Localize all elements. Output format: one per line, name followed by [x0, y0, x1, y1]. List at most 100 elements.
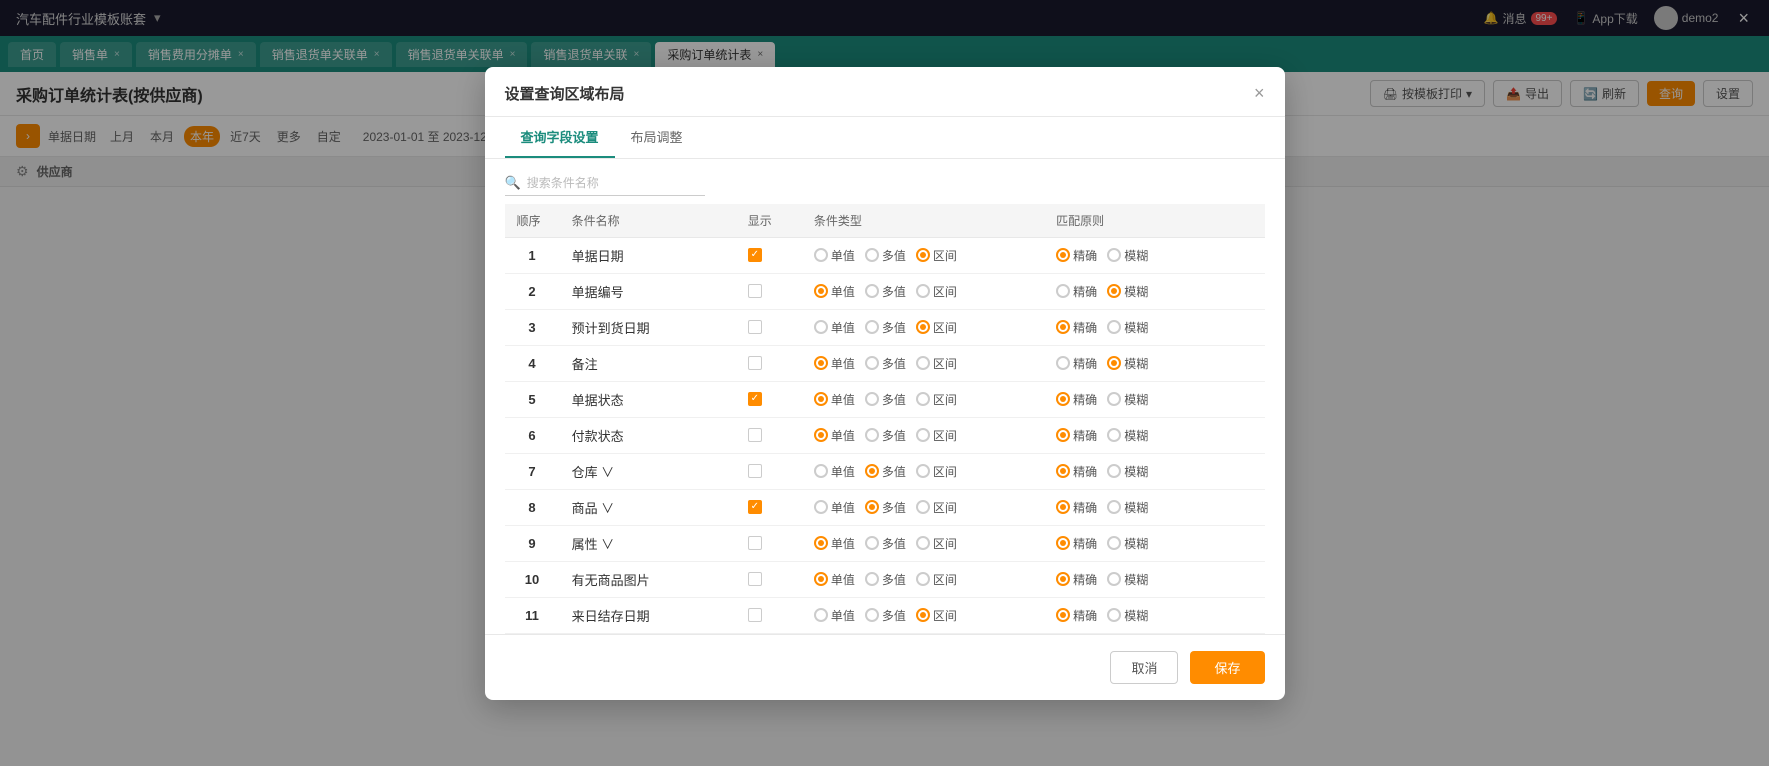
- display-checkbox[interactable]: [748, 248, 762, 262]
- radio-type-区间[interactable]: 区间: [916, 283, 957, 300]
- radio-circle[interactable]: [1107, 536, 1121, 550]
- radio-circle[interactable]: [814, 320, 828, 334]
- radio-match-模糊[interactable]: 模糊: [1107, 427, 1148, 444]
- radio-match-精确[interactable]: 精确: [1056, 247, 1097, 264]
- tab-layout[interactable]: 布局调整: [615, 117, 699, 158]
- radio-circle[interactable]: [1107, 608, 1121, 622]
- radio-circle[interactable]: [916, 392, 930, 406]
- radio-circle[interactable]: [1107, 464, 1121, 478]
- cancel-button[interactable]: 取消: [1110, 651, 1178, 684]
- display-checkbox[interactable]: [748, 464, 762, 478]
- radio-circle[interactable]: [865, 464, 879, 478]
- radio-match-模糊[interactable]: 模糊: [1107, 319, 1148, 336]
- radio-circle[interactable]: [865, 392, 879, 406]
- radio-match-模糊[interactable]: 模糊: [1107, 391, 1148, 408]
- radio-type-区间[interactable]: 区间: [916, 247, 957, 264]
- radio-circle[interactable]: [916, 464, 930, 478]
- radio-type-多值[interactable]: 多值: [865, 319, 906, 336]
- radio-circle[interactable]: [1056, 500, 1070, 514]
- radio-circle[interactable]: [1056, 320, 1070, 334]
- radio-type-单值[interactable]: 单值: [814, 319, 855, 336]
- radio-circle[interactable]: [814, 356, 828, 370]
- radio-type-单值[interactable]: 单值: [814, 607, 855, 624]
- radio-circle[interactable]: [814, 572, 828, 586]
- radio-circle[interactable]: [916, 284, 930, 298]
- radio-circle[interactable]: [916, 572, 930, 586]
- radio-circle[interactable]: [1056, 536, 1070, 550]
- radio-type-多值[interactable]: 多值: [865, 247, 906, 264]
- radio-match-精确[interactable]: 精确: [1056, 499, 1097, 516]
- radio-circle[interactable]: [916, 428, 930, 442]
- radio-circle[interactable]: [1056, 284, 1070, 298]
- cell-display[interactable]: [736, 453, 802, 489]
- radio-circle[interactable]: [814, 392, 828, 406]
- radio-match-模糊[interactable]: 模糊: [1107, 247, 1148, 264]
- radio-type-多值[interactable]: 多值: [865, 499, 906, 516]
- radio-circle[interactable]: [1056, 428, 1070, 442]
- display-checkbox[interactable]: [748, 428, 762, 442]
- radio-type-多值[interactable]: 多值: [865, 391, 906, 408]
- radio-circle[interactable]: [1056, 392, 1070, 406]
- radio-circle[interactable]: [865, 428, 879, 442]
- search-input[interactable]: [527, 176, 687, 190]
- radio-circle[interactable]: [1056, 356, 1070, 370]
- radio-type-单值[interactable]: 单值: [814, 355, 855, 372]
- radio-circle[interactable]: [865, 572, 879, 586]
- radio-circle[interactable]: [916, 500, 930, 514]
- radio-match-精确[interactable]: 精确: [1056, 283, 1097, 300]
- radio-match-模糊[interactable]: 模糊: [1107, 283, 1148, 300]
- radio-circle[interactable]: [1107, 356, 1121, 370]
- cell-display[interactable]: [736, 597, 802, 633]
- radio-type-区间[interactable]: 区间: [916, 535, 957, 552]
- radio-type-区间[interactable]: 区间: [916, 355, 957, 372]
- display-checkbox[interactable]: [748, 536, 762, 550]
- radio-type-多值[interactable]: 多值: [865, 283, 906, 300]
- radio-type-多值[interactable]: 多值: [865, 463, 906, 480]
- radio-circle[interactable]: [814, 464, 828, 478]
- display-checkbox[interactable]: [748, 572, 762, 586]
- radio-type-单值[interactable]: 单值: [814, 427, 855, 444]
- display-checkbox[interactable]: [748, 392, 762, 406]
- radio-type-单值[interactable]: 单值: [814, 283, 855, 300]
- cell-display[interactable]: [736, 417, 802, 453]
- radio-type-区间[interactable]: 区间: [916, 391, 957, 408]
- radio-circle[interactable]: [916, 608, 930, 622]
- radio-circle[interactable]: [1107, 392, 1121, 406]
- radio-match-精确[interactable]: 精确: [1056, 535, 1097, 552]
- radio-circle[interactable]: [1056, 572, 1070, 586]
- display-checkbox[interactable]: [748, 284, 762, 298]
- radio-circle[interactable]: [814, 428, 828, 442]
- radio-type-单值[interactable]: 单值: [814, 499, 855, 516]
- radio-type-单值[interactable]: 单值: [814, 571, 855, 588]
- cell-display[interactable]: [736, 345, 802, 381]
- radio-circle[interactable]: [1107, 320, 1121, 334]
- radio-circle[interactable]: [916, 320, 930, 334]
- radio-circle[interactable]: [1107, 248, 1121, 262]
- radio-match-精确[interactable]: 精确: [1056, 319, 1097, 336]
- radio-circle[interactable]: [916, 536, 930, 550]
- radio-match-精确[interactable]: 精确: [1056, 427, 1097, 444]
- radio-circle[interactable]: [1107, 284, 1121, 298]
- radio-match-模糊[interactable]: 模糊: [1107, 535, 1148, 552]
- radio-circle[interactable]: [916, 356, 930, 370]
- radio-type-区间[interactable]: 区间: [916, 499, 957, 516]
- radio-match-模糊[interactable]: 模糊: [1107, 463, 1148, 480]
- display-checkbox[interactable]: [748, 500, 762, 514]
- tab-query-fields[interactable]: 查询字段设置: [505, 117, 615, 158]
- radio-circle[interactable]: [1056, 248, 1070, 262]
- radio-circle[interactable]: [865, 500, 879, 514]
- radio-type-区间[interactable]: 区间: [916, 463, 957, 480]
- radio-type-区间[interactable]: 区间: [916, 319, 957, 336]
- radio-match-模糊[interactable]: 模糊: [1107, 607, 1148, 624]
- radio-match-模糊[interactable]: 模糊: [1107, 571, 1148, 588]
- radio-circle[interactable]: [865, 608, 879, 622]
- radio-match-精确[interactable]: 精确: [1056, 391, 1097, 408]
- display-checkbox[interactable]: [748, 320, 762, 334]
- radio-circle[interactable]: [1107, 428, 1121, 442]
- radio-type-多值[interactable]: 多值: [865, 355, 906, 372]
- radio-match-模糊[interactable]: 模糊: [1107, 355, 1148, 372]
- radio-match-精确[interactable]: 精确: [1056, 571, 1097, 588]
- radio-type-多值[interactable]: 多值: [865, 607, 906, 624]
- cell-display[interactable]: [736, 561, 802, 597]
- radio-circle[interactable]: [814, 536, 828, 550]
